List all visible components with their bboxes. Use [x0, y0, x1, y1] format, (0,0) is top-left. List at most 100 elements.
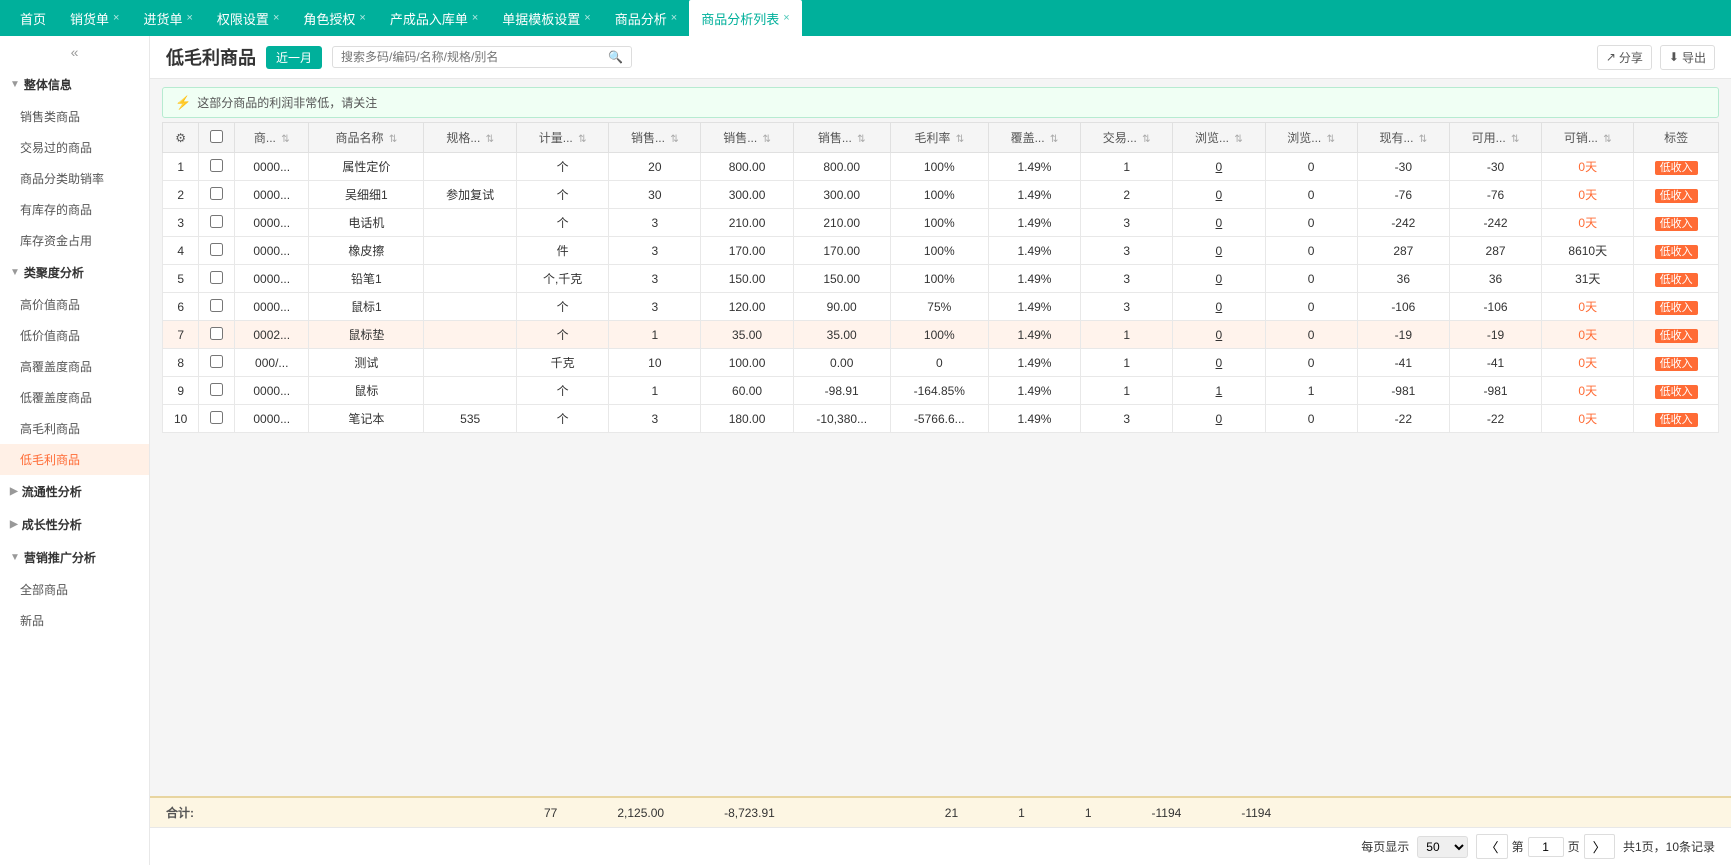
page-input[interactable]	[1528, 837, 1564, 857]
cell-browse1[interactable]: 0	[1173, 321, 1265, 349]
th-code[interactable]: 商... ⇅	[235, 123, 309, 153]
sidebar-item-high-value[interactable]: 高价值商品	[0, 289, 149, 320]
next-page-btn[interactable]: 〉	[1584, 834, 1615, 859]
cell-checkbox[interactable]	[199, 293, 235, 321]
cell-checkbox[interactable]	[199, 209, 235, 237]
nav-close-permissions[interactable]: ×	[273, 12, 279, 24]
data-table: ⚙ 商... ⇅ 商品名称 ⇅ 规格... ⇅ 计量... ⇅ 销售... ⇅ …	[162, 122, 1719, 433]
row-checkbox[interactable]	[210, 271, 223, 284]
sidebar-item-low-coverage[interactable]: 低覆盖度商品	[0, 382, 149, 413]
cell-sale3: 210.00	[793, 209, 890, 237]
row-checkbox[interactable]	[210, 327, 223, 340]
cell-checkbox[interactable]	[199, 181, 235, 209]
prev-page-btn[interactable]: 〈	[1476, 834, 1507, 859]
sidebar-item-low-value[interactable]: 低价值商品	[0, 320, 149, 351]
sidebar-group-circulation[interactable]: ▶ 流通性分析	[0, 475, 149, 508]
nav-close-product-entry[interactable]: ×	[472, 12, 478, 24]
sidebar-group-cluster[interactable]: ▼ 类聚度分析	[0, 256, 149, 289]
nav-item-permissions[interactable]: 权限设置 ×	[205, 0, 291, 36]
th-gross-rate[interactable]: 毛利率 ⇅	[890, 123, 988, 153]
th-unit[interactable]: 计量... ⇅	[517, 123, 609, 153]
th-settings[interactable]: ⚙	[163, 123, 199, 153]
sidebar-item-stocked-products[interactable]: 有库存的商品	[0, 194, 149, 225]
cell-saleable: 0天	[1542, 181, 1634, 209]
nav-close-product-analysis[interactable]: ×	[671, 12, 677, 24]
main-content: 低毛利商品 近一月 🔍 ↗ 分享 ⬇ 导出	[150, 36, 1731, 865]
export-button[interactable]: ⬇ 导出	[1660, 45, 1715, 70]
th-sale1[interactable]: 销售... ⇅	[609, 123, 701, 153]
sidebar-group-overview[interactable]: ▼ 整体信息	[0, 68, 149, 101]
row-checkbox[interactable]	[210, 159, 223, 172]
nav-close-sales[interactable]: ×	[113, 12, 119, 24]
row-checkbox[interactable]	[210, 355, 223, 368]
cell-browse1[interactable]: 0	[1173, 209, 1265, 237]
nav-item-analysis-list[interactable]: 商品分析列表 ×	[689, 0, 801, 36]
period-button[interactable]: 近一月	[266, 46, 322, 69]
search-icon[interactable]: 🔍	[608, 50, 623, 64]
nav-item-product-entry[interactable]: 产成品入库单 ×	[378, 0, 490, 36]
nav-item-sales[interactable]: 销货单 ×	[58, 0, 131, 36]
th-browse1[interactable]: 浏览... ⇅	[1173, 123, 1265, 153]
sidebar-item-stock-capital[interactable]: 库存资金占用	[0, 225, 149, 256]
cell-browse1[interactable]: 0	[1173, 349, 1265, 377]
th-cover-rate[interactable]: 覆盖... ⇅	[988, 123, 1080, 153]
th-saleable[interactable]: 可销... ⇅	[1542, 123, 1634, 153]
tag-badge: 低收入	[1655, 301, 1698, 315]
cell-browse1[interactable]: 0	[1173, 405, 1265, 433]
sidebar-item-category-rate[interactable]: 商品分类助销率	[0, 163, 149, 194]
cell-checkbox[interactable]	[199, 237, 235, 265]
row-checkbox[interactable]	[210, 187, 223, 200]
th-avail[interactable]: 可用... ⇅	[1449, 123, 1541, 153]
sidebar-item-new-products[interactable]: 新品	[0, 605, 149, 636]
nav-item-product-analysis[interactable]: 商品分析 ×	[603, 0, 689, 36]
cell-browse1[interactable]: 0	[1173, 265, 1265, 293]
cell-checkbox[interactable]	[199, 377, 235, 405]
row-checkbox[interactable]	[210, 215, 223, 228]
nav-close-roles[interactable]: ×	[359, 12, 365, 24]
cell-checkbox[interactable]	[199, 405, 235, 433]
row-checkbox[interactable]	[210, 299, 223, 312]
row-checkbox[interactable]	[210, 243, 223, 256]
row-checkbox[interactable]	[210, 411, 223, 424]
th-browse2[interactable]: 浏览... ⇅	[1265, 123, 1357, 153]
th-stock[interactable]: 现有... ⇅	[1357, 123, 1449, 153]
th-spec[interactable]: 规格... ⇅	[424, 123, 517, 153]
sidebar-item-high-margin[interactable]: 高毛利商品	[0, 413, 149, 444]
th-name[interactable]: 商品名称 ⇅	[309, 123, 424, 153]
cell-browse1[interactable]: 0	[1173, 293, 1265, 321]
th-sale3[interactable]: 销售... ⇅	[793, 123, 890, 153]
sidebar-item-high-coverage[interactable]: 高覆盖度商品	[0, 351, 149, 382]
per-page-select[interactable]: 50 100 200	[1417, 836, 1468, 858]
select-all-checkbox[interactable]	[210, 130, 223, 143]
nav-close-template[interactable]: ×	[584, 12, 590, 24]
search-input[interactable]	[341, 50, 608, 64]
cell-browse1[interactable]: 1	[1173, 377, 1265, 405]
sidebar-item-all-products[interactable]: 全部商品	[0, 574, 149, 605]
cell-checkbox[interactable]	[199, 349, 235, 377]
table-row: 4 0000... 橡皮擦 件 3 170.00 170.00 100% 1.4…	[163, 237, 1719, 265]
sidebar-group-marketing[interactable]: ▼ 营销推广分析	[0, 541, 149, 574]
share-button[interactable]: ↗ 分享	[1597, 45, 1652, 70]
cell-checkbox[interactable]	[199, 321, 235, 349]
cell-checkbox[interactable]	[199, 153, 235, 181]
cell-browse1[interactable]: 0	[1173, 153, 1265, 181]
th-trade[interactable]: 交易... ⇅	[1081, 123, 1173, 153]
th-sale2[interactable]: 销售... ⇅	[701, 123, 793, 153]
nav-close-purchase[interactable]: ×	[186, 12, 192, 24]
sidebar-group-growth[interactable]: ▶ 成长性分析	[0, 508, 149, 541]
sidebar-item-traded-products[interactable]: 交易过的商品	[0, 132, 149, 163]
cell-browse1[interactable]: 0	[1173, 237, 1265, 265]
nav-item-home[interactable]: 首页	[8, 0, 58, 36]
nav-item-template[interactable]: 单据模板设置 ×	[490, 0, 602, 36]
sidebar-item-sales-products[interactable]: 销售类商品	[0, 101, 149, 132]
cell-browse1[interactable]: 0	[1173, 181, 1265, 209]
nav-item-roles[interactable]: 角色授权 ×	[291, 0, 377, 36]
nav-item-purchase[interactable]: 进货单 ×	[131, 0, 204, 36]
cell-checkbox[interactable]	[199, 265, 235, 293]
table-container[interactable]: ⚙ 商... ⇅ 商品名称 ⇅ 规格... ⇅ 计量... ⇅ 销售... ⇅ …	[150, 122, 1731, 796]
sidebar-item-low-margin[interactable]: 低毛利商品	[0, 444, 149, 475]
sidebar-collapse-btn[interactable]: «	[0, 36, 149, 68]
row-checkbox[interactable]	[210, 383, 223, 396]
nav-close-analysis-list[interactable]: ×	[783, 12, 789, 24]
cell-browse2: 0	[1265, 209, 1357, 237]
